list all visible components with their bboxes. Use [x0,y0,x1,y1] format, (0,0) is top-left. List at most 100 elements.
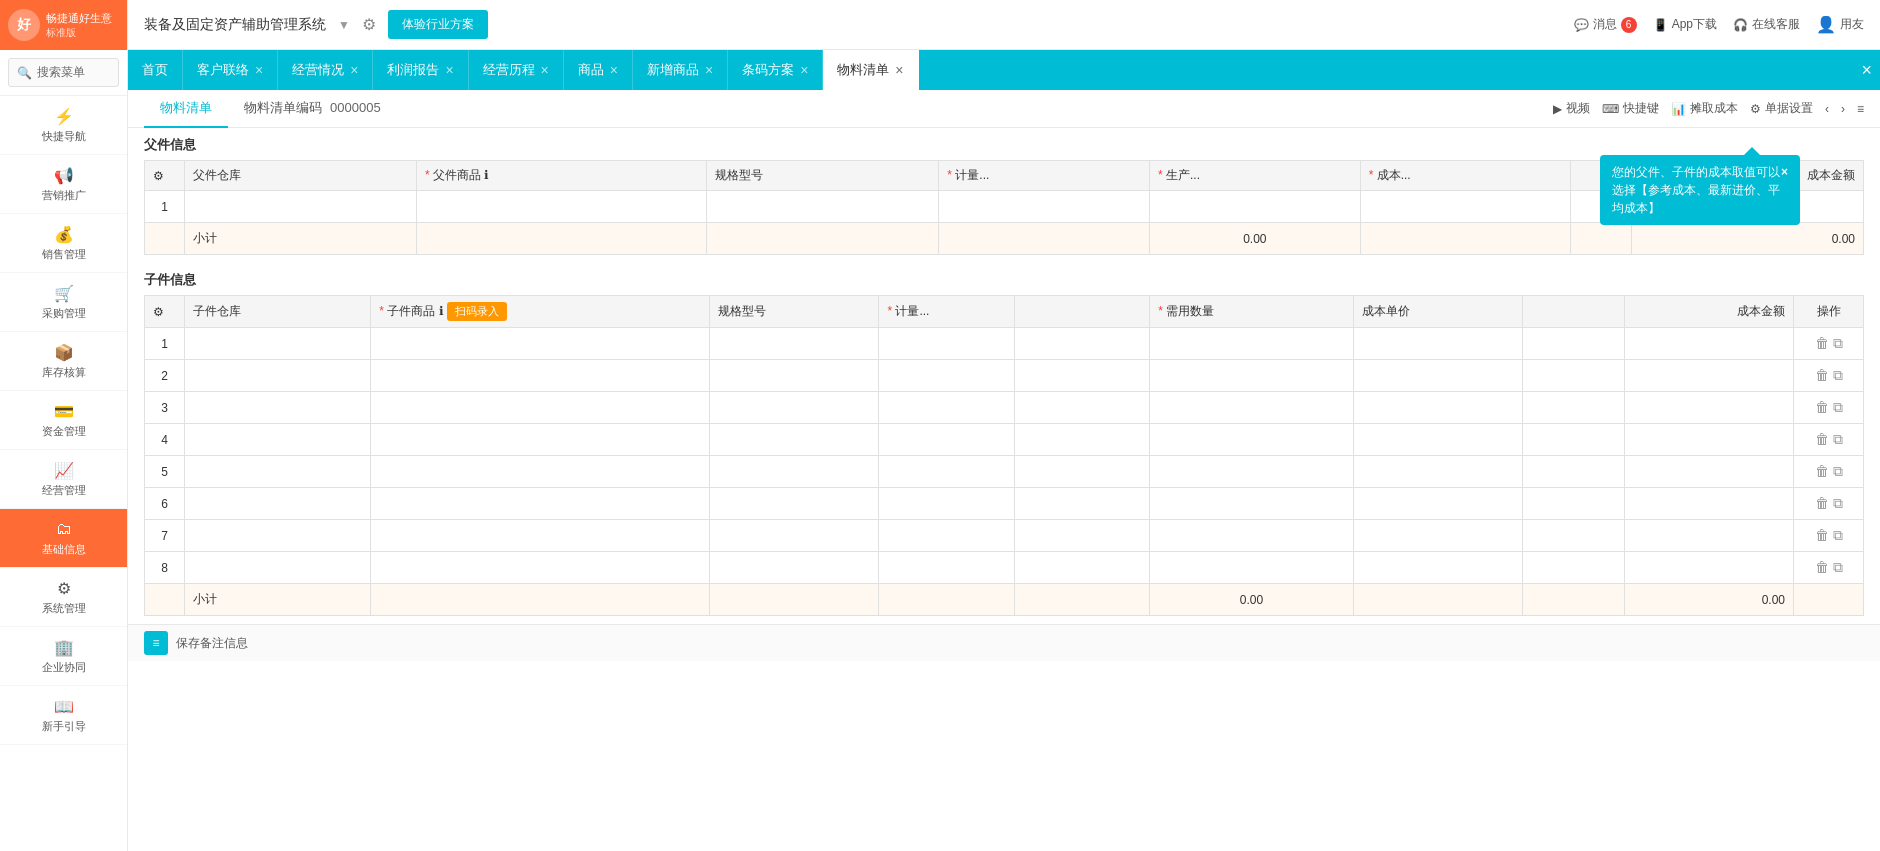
child-row-8-extra[interactable] [1014,552,1149,584]
child-row-4-extra[interactable] [1014,424,1149,456]
sidebar-item-sales[interactable]: 💰 销售管理 [0,214,127,273]
child-row-5-unit[interactable] [879,456,1014,488]
child-row-4-qty[interactable] [1150,424,1353,456]
copy-icon[interactable]: ⧉ [1833,367,1843,384]
child-row-2-extra2[interactable] [1522,360,1624,392]
tab-barcode[interactable]: 条码方案 × [728,50,823,90]
child-row-1-extra[interactable] [1014,328,1149,360]
child-row-2-unit[interactable] [879,360,1014,392]
child-row-4-warehouse[interactable] [185,424,371,456]
parent-row-1-cost[interactable] [1360,191,1571,223]
settings-icon[interactable]: ⚙ [362,15,376,34]
child-row-3-unit[interactable] [879,392,1014,424]
sub-tab-bom-code[interactable]: 物料清单编码 0000005 [228,90,397,128]
child-row-8-unit[interactable] [879,552,1014,584]
child-row-5-spec[interactable] [710,456,879,488]
video-btn[interactable]: ▶ 视频 [1553,100,1590,117]
child-row-5-qty[interactable] [1150,456,1353,488]
delete-icon[interactable]: 🗑 [1815,431,1829,448]
child-row-6-product[interactable] [371,488,710,520]
copy-icon[interactable]: ⧉ [1833,495,1843,512]
sidebar-item-finance[interactable]: 💳 资金管理 [0,391,127,450]
online-service-btn[interactable]: 🎧 在线客服 [1733,16,1800,33]
tab-close-history[interactable]: × [541,63,549,77]
list-view-btn[interactable]: ≡ [1857,102,1864,116]
child-row-2-qty[interactable] [1150,360,1353,392]
tab-new-product[interactable]: 新增商品 × [633,50,728,90]
child-row-6-spec[interactable] [710,488,879,520]
sidebar-item-system[interactable]: ⚙ 系统管理 [0,568,127,627]
child-row-2-extra[interactable] [1014,360,1149,392]
tab-profit[interactable]: 利润报告 × [373,50,468,90]
delete-icon[interactable]: 🗑 [1815,495,1829,512]
child-row-4-unit-cost[interactable] [1353,424,1522,456]
child-row-8-warehouse[interactable] [185,552,371,584]
tab-history[interactable]: 经营历程 × [469,50,564,90]
child-row-3-product[interactable] [371,392,710,424]
nav-next-btn[interactable]: › [1841,102,1845,116]
child-row-4-extra2[interactable] [1522,424,1624,456]
parent-row-1-unit[interactable] [939,191,1150,223]
sub-tab-bom-list[interactable]: 物料清单 [144,90,228,128]
parent-row-1-product[interactable] [417,191,707,223]
tab-close-customer[interactable]: × [255,63,263,77]
child-row-1-extra2[interactable] [1522,328,1624,360]
child-row-2-spec[interactable] [710,360,879,392]
child-row-3-extra[interactable] [1014,392,1149,424]
delete-icon[interactable]: 🗑 [1815,399,1829,416]
child-row-5-product[interactable] [371,456,710,488]
child-col-settings[interactable]: ⚙ [145,296,185,328]
child-row-4-unit[interactable] [879,424,1014,456]
copy-icon[interactable]: ⧉ [1833,335,1843,352]
child-row-7-extra[interactable] [1014,520,1149,552]
copy-icon[interactable]: ⧉ [1833,527,1843,544]
child-row-6-unit[interactable] [879,488,1014,520]
tab-customer[interactable]: 客户联络 × [183,50,278,90]
child-row-1-unit-cost[interactable] [1353,328,1522,360]
tab-close-barcode[interactable]: × [800,63,808,77]
child-row-7-product[interactable] [371,520,710,552]
child-row-5-unit-cost[interactable] [1353,456,1522,488]
tab-home[interactable]: 首页 [128,50,183,90]
child-row-4-product[interactable] [371,424,710,456]
shortcut-btn[interactable]: ⌨ 快捷键 [1602,100,1659,117]
sidebar-item-basic-info[interactable]: 🗂 基础信息 [0,509,127,568]
child-row-1-product[interactable] [371,328,710,360]
tooltip-close[interactable]: × [1781,163,1788,181]
delete-icon[interactable]: 🗑 [1815,367,1829,384]
child-row-8-unit-cost[interactable] [1353,552,1522,584]
child-row-2-warehouse[interactable] [185,360,371,392]
delete-icon[interactable]: 🗑 [1815,463,1829,480]
doc-settings-btn[interactable]: ⚙ 单据设置 [1750,100,1813,117]
tab-close-profit[interactable]: × [445,63,453,77]
user-btn[interactable]: 👤 用友 [1816,15,1864,34]
tab-close-bom[interactable]: × [895,63,903,77]
search-menu-button[interactable]: 🔍 搜索菜单 [8,58,119,87]
parent-row-1-warehouse[interactable] [185,191,417,223]
parent-row-1-spec[interactable] [707,191,939,223]
child-row-5-warehouse[interactable] [185,456,371,488]
app-download-btn[interactable]: 📱 App下载 [1653,16,1717,33]
child-row-6-unit-cost[interactable] [1353,488,1522,520]
child-row-6-extra[interactable] [1014,488,1149,520]
child-row-7-unit[interactable] [879,520,1014,552]
sidebar-item-quick-nav[interactable]: ⚡ 快捷导航 [0,96,127,155]
child-row-1-unit[interactable] [879,328,1014,360]
sidebar-item-guide[interactable]: 📖 新手引导 [0,686,127,745]
allocate-cost-btn[interactable]: 📊 摊取成本 [1671,100,1738,117]
child-row-8-spec[interactable] [710,552,879,584]
sidebar-item-inventory[interactable]: 📦 库存核算 [0,332,127,391]
tabs-end[interactable]: × [1861,60,1880,81]
child-row-5-extra2[interactable] [1522,456,1624,488]
child-row-6-warehouse[interactable] [185,488,371,520]
nav-prev-btn[interactable]: ‹ [1825,102,1829,116]
tab-operations[interactable]: 经营情况 × [278,50,373,90]
child-row-8-extra2[interactable] [1522,552,1624,584]
delete-icon[interactable]: 🗑 [1815,335,1829,352]
copy-icon[interactable]: ⧉ [1833,463,1843,480]
child-row-2-unit-cost[interactable] [1353,360,1522,392]
bottom-icon[interactable]: ≡ [144,631,168,655]
child-row-1-qty[interactable] [1150,328,1353,360]
child-row-3-warehouse[interactable] [185,392,371,424]
tab-close-products[interactable]: × [610,63,618,77]
